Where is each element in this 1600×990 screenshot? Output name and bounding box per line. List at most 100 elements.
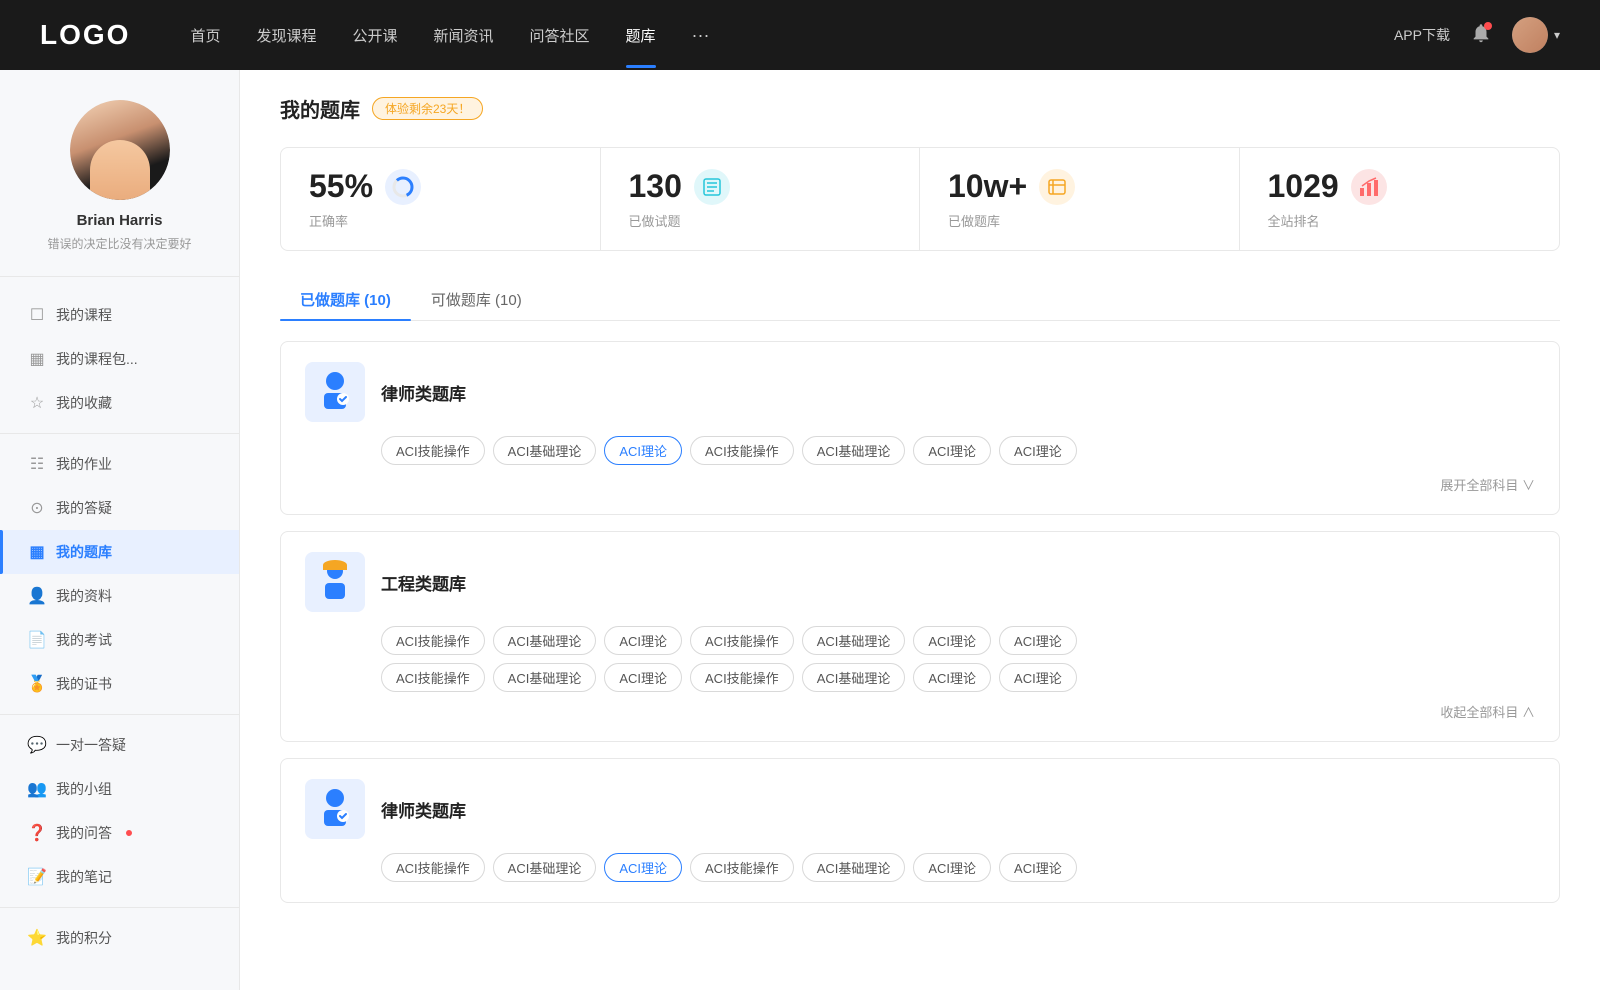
tag-2-3[interactable]: ACI技能操作 <box>690 626 794 655</box>
stat-accuracy-label: 正确率 <box>309 211 572 230</box>
tag-2-1[interactable]: ACI基础理论 <box>493 626 597 655</box>
sidebar-item-exam-label: 我的考试 <box>56 630 112 650</box>
tag-1-5[interactable]: ACI理论 <box>913 436 991 465</box>
tag-2-2[interactable]: ACI理论 <box>604 626 682 655</box>
tag-3-0[interactable]: ACI技能操作 <box>381 853 485 882</box>
rank-icon <box>1351 169 1387 205</box>
nav-news[interactable]: 新闻资讯 <box>434 21 494 50</box>
tag-2r2-2[interactable]: ACI理论 <box>604 663 682 692</box>
qbank-item-lawyer-1: 律师类题库 ACI技能操作 ACI基础理论 ACI理论 ACI技能操作 ACI基… <box>280 341 1560 515</box>
notification-bell[interactable] <box>1470 22 1492 49</box>
avatar-dropdown-arrow: ▾ <box>1554 28 1560 42</box>
nav-qbank[interactable]: 题库 <box>626 21 656 50</box>
sidebar: Brian Harris 错误的决定比没有决定要好 ☐ 我的课程 ▦ 我的课程包… <box>0 70 240 990</box>
sidebar-item-group[interactable]: 👥 我的小组 <box>0 767 239 811</box>
nav-open-course[interactable]: 公开课 <box>352 21 397 50</box>
sidebar-item-qa-answer-label: 我的答疑 <box>56 498 112 518</box>
tag-1-1[interactable]: ACI基础理论 <box>493 436 597 465</box>
tag-2-0[interactable]: ACI技能操作 <box>381 626 485 655</box>
profile-motto: 错误的决定比没有决定要好 <box>20 235 219 252</box>
sidebar-item-course-package[interactable]: ▦ 我的课程包... <box>0 337 239 381</box>
profile-avatar <box>70 100 170 200</box>
logo[interactable]: LOGO <box>40 19 130 51</box>
tag-3-3[interactable]: ACI技能操作 <box>690 853 794 882</box>
nav-discover[interactable]: 发现课程 <box>256 21 316 50</box>
tag-2r2-0[interactable]: ACI技能操作 <box>381 663 485 692</box>
stat-done-questions-label: 已做试题 <box>629 211 892 230</box>
group-icon: 👥 <box>28 780 46 798</box>
sidebar-item-favorites[interactable]: ☆ 我的收藏 <box>0 381 239 425</box>
qbank-title-engineer: 工程类题库 <box>381 570 466 595</box>
chat-icon: 💬 <box>28 736 46 754</box>
tag-3-6[interactable]: ACI理论 <box>999 853 1077 882</box>
qbank-title-lawyer-1: 律师类题库 <box>381 380 466 405</box>
sidebar-item-exam[interactable]: 📄 我的考试 <box>0 618 239 662</box>
qbank-header-2: 工程类题库 <box>305 552 1535 612</box>
tag-2-4[interactable]: ACI基础理论 <box>802 626 906 655</box>
user-avatar-menu[interactable]: ▾ <box>1512 17 1560 53</box>
tag-3-5[interactable]: ACI理论 <box>913 853 991 882</box>
sidebar-item-course[interactable]: ☐ 我的课程 <box>0 293 239 337</box>
sidebar-item-group-label: 我的小组 <box>56 779 112 799</box>
tag-1-4[interactable]: ACI基础理论 <box>802 436 906 465</box>
app-download-btn[interactable]: APP下载 <box>1394 25 1450 45</box>
tag-2r2-6[interactable]: ACI理论 <box>999 663 1077 692</box>
tag-2r2-5[interactable]: ACI理论 <box>913 663 991 692</box>
qbank-avatar-lawyer-2 <box>305 779 365 839</box>
menu-divider-1 <box>0 433 239 434</box>
nav-qa[interactable]: 问答社区 <box>530 21 590 50</box>
stat-accuracy-top: 55% <box>309 168 572 205</box>
sidebar-item-certificate[interactable]: 🏅 我的证书 <box>0 662 239 706</box>
tab-done[interactable]: 已做题库 (10) <box>280 279 411 320</box>
sidebar-item-homework-label: 我的作业 <box>56 454 112 474</box>
tag-3-1[interactable]: ACI基础理论 <box>493 853 597 882</box>
sidebar-item-my-qa[interactable]: ❓ 我的问答 <box>0 811 239 855</box>
sidebar-item-notes-label: 我的笔记 <box>56 867 112 887</box>
sidebar-item-homework[interactable]: ☷ 我的作业 <box>0 442 239 486</box>
user-avatar <box>1512 17 1548 53</box>
main-content: 我的题库 体验剩余23天！ 55% 正确率 <box>240 70 1600 990</box>
tag-1-0[interactable]: ACI技能操作 <box>381 436 485 465</box>
sidebar-item-qa-answer[interactable]: ⊙ 我的答疑 <box>0 486 239 530</box>
stat-done-questions-top: 130 <box>629 168 892 205</box>
expand-link-1[interactable]: 展开全部科目 ∨ <box>305 475 1535 494</box>
expand-link-2[interactable]: 收起全部科目 ∧ <box>305 702 1535 721</box>
grid-icon: ▦ <box>28 543 46 561</box>
lawyer-svg-2 <box>310 784 360 834</box>
qbank-list: 律师类题库 ACI技能操作 ACI基础理论 ACI理论 ACI技能操作 ACI基… <box>280 341 1560 919</box>
sidebar-item-favorites-label: 我的收藏 <box>56 393 112 413</box>
tag-2r2-3[interactable]: ACI技能操作 <box>690 663 794 692</box>
stat-accuracy-value: 55% <box>309 168 373 205</box>
engineer-svg <box>310 557 360 607</box>
nav-home[interactable]: 首页 <box>190 21 220 50</box>
stat-rank-top: 1029 <box>1268 168 1532 205</box>
tag-2r2-4[interactable]: ACI基础理论 <box>802 663 906 692</box>
menu-divider-2 <box>0 714 239 715</box>
sidebar-item-tutoring[interactable]: 💬 一对一答疑 <box>0 723 239 767</box>
tag-3-2[interactable]: ACI理论 <box>604 853 682 882</box>
qbank-tags-3: ACI技能操作 ACI基础理论 ACI理论 ACI技能操作 ACI基础理论 AC… <box>305 853 1535 882</box>
qbank-header-3: 律师类题库 <box>305 779 1535 839</box>
tag-2r2-1[interactable]: ACI基础理论 <box>493 663 597 692</box>
clipboard-icon: ☷ <box>28 455 46 473</box>
sidebar-item-profile[interactable]: 👤 我的资料 <box>0 574 239 618</box>
stat-done-questions-value: 130 <box>629 168 682 205</box>
tag-2-5[interactable]: ACI理论 <box>913 626 991 655</box>
stat-done-banks-top: 10w+ <box>948 168 1211 205</box>
sidebar-item-certificate-label: 我的证书 <box>56 674 112 694</box>
tag-2-6[interactable]: ACI理论 <box>999 626 1077 655</box>
sidebar-item-notes[interactable]: 📝 我的笔记 <box>0 855 239 899</box>
tag-1-6[interactable]: ACI理论 <box>999 436 1077 465</box>
notification-dot <box>1484 22 1492 30</box>
tag-1-3[interactable]: ACI技能操作 <box>690 436 794 465</box>
nav-more[interactable]: ··· <box>692 21 710 50</box>
tag-3-4[interactable]: ACI基础理论 <box>802 853 906 882</box>
sidebar-item-tutoring-label: 一对一答疑 <box>56 735 126 755</box>
sidebar-item-course-package-label: 我的课程包... <box>56 349 138 369</box>
stat-done-questions: 130 已做试题 <box>601 148 921 250</box>
tag-1-2[interactable]: ACI理论 <box>604 436 682 465</box>
qbank-item-engineer: 工程类题库 ACI技能操作 ACI基础理论 ACI理论 ACI技能操作 ACI基… <box>280 531 1560 742</box>
sidebar-item-qbank[interactable]: ▦ 我的题库 <box>0 530 239 574</box>
tab-available[interactable]: 可做题库 (10) <box>411 279 542 320</box>
sidebar-item-points[interactable]: ⭐ 我的积分 <box>0 916 239 960</box>
